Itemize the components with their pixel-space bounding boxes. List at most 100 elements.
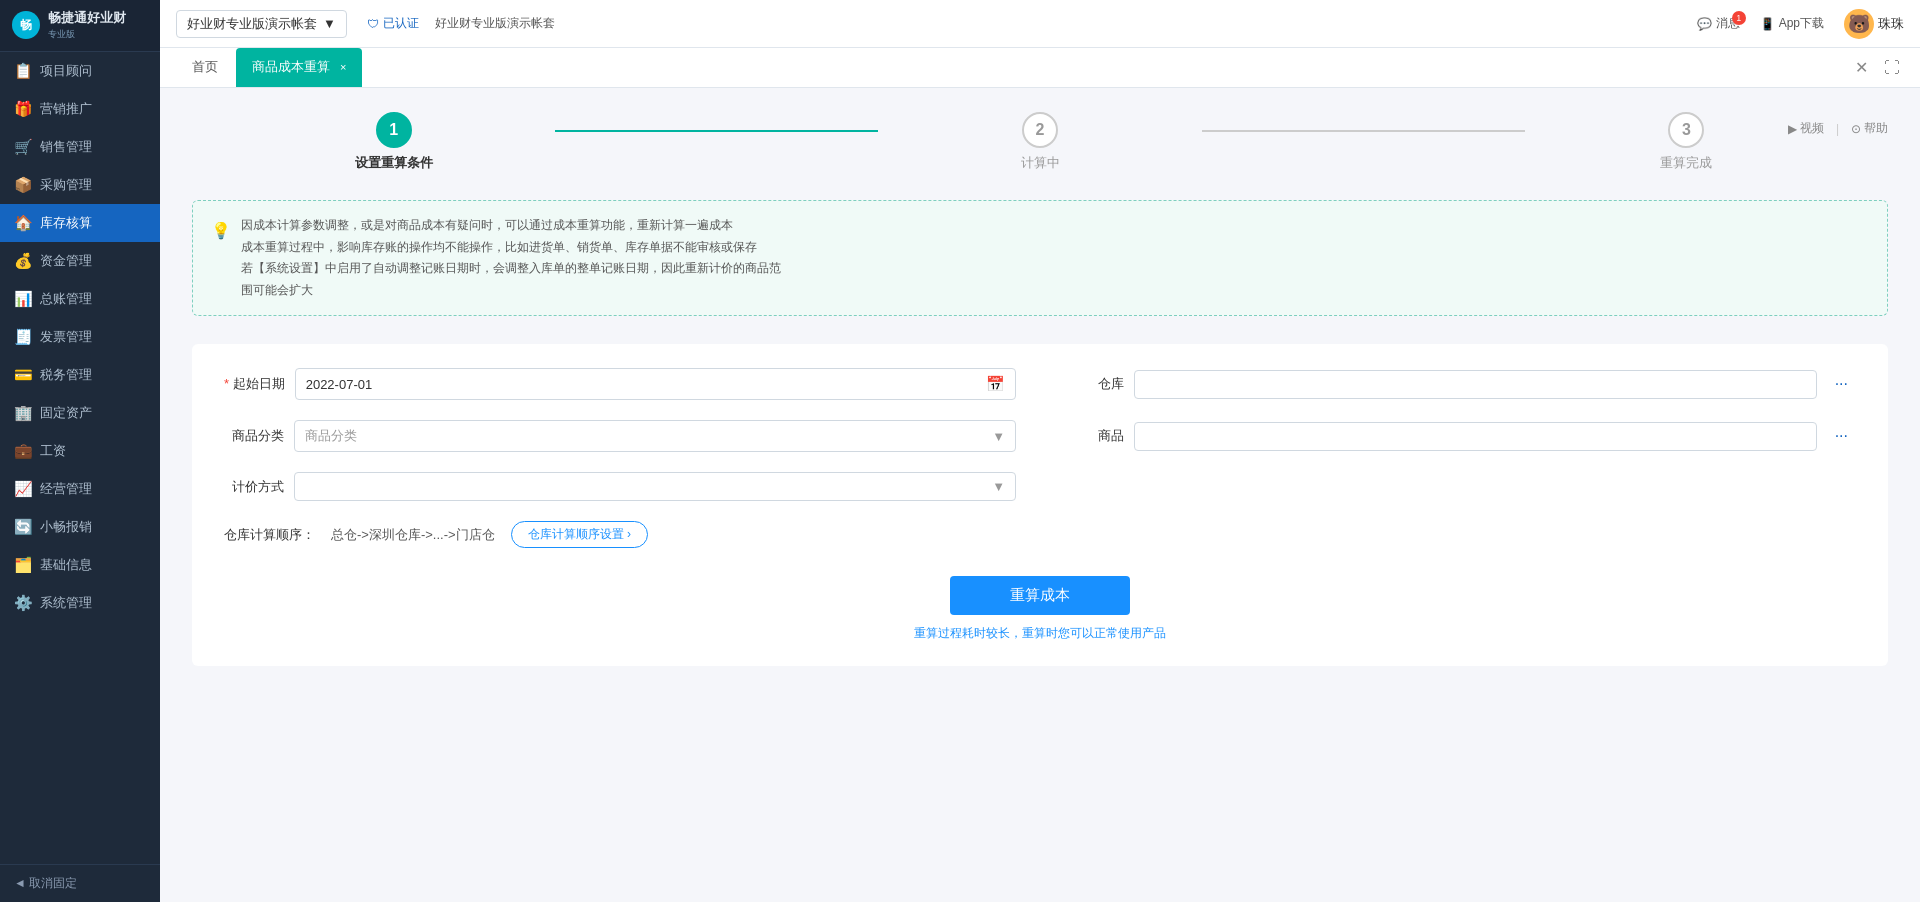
sidebar-label-general: 总账管理 bbox=[40, 290, 92, 308]
close-window-icon[interactable]: ✕ bbox=[1851, 54, 1872, 81]
user-name: 珠珠 bbox=[1878, 15, 1904, 33]
shield-icon: 🛡 bbox=[367, 17, 379, 31]
start-date-value[interactable] bbox=[306, 377, 980, 392]
tab-home-label: 首页 bbox=[192, 58, 218, 76]
info-box: 💡 因成本计算参数调整，或是对商品成本有疑问时，可以通过成本重算功能，重新计算一… bbox=[192, 200, 1888, 316]
step-line-2 bbox=[1202, 130, 1525, 132]
sidebar-icon-inventory: 🏠 bbox=[14, 214, 32, 232]
pricing-field: 计价方式 ▼ bbox=[224, 472, 1016, 501]
app-download-btn[interactable]: 📱 App下载 bbox=[1760, 15, 1824, 32]
phone-icon: 📱 bbox=[1760, 17, 1775, 31]
warehouse-order-btn-label: 仓库计算顺序设置 › bbox=[528, 526, 631, 543]
info-line2: 成本重算过程中，影响库存账的操作均不能操作，比如进货单、销货单、库存单据不能审核… bbox=[241, 237, 781, 259]
sidebar-item-sales[interactable]: 🛒销售管理 bbox=[0, 128, 160, 166]
pricing-chevron-icon: ▼ bbox=[992, 479, 1005, 494]
sidebar-label-assets: 固定资产 bbox=[40, 404, 92, 422]
message-icon: 💬 bbox=[1697, 17, 1712, 31]
sidebar-item-assets[interactable]: 🏢 固定资产 bbox=[0, 394, 160, 432]
sidebar-header: 畅 畅捷通好业财 专业版 bbox=[0, 0, 160, 52]
warehouse-order-value: 总仓->深圳仓库->...->门店仓 bbox=[331, 526, 495, 544]
sidebar-menu: 📋项目顾问🎁营销推广🛒销售管理📦采购管理🏠库存核算💰资金管理 📊 总账管理 🧾发票管理… bbox=[0, 52, 160, 864]
step-3: 3 重算完成 bbox=[1525, 112, 1848, 172]
sidebar-item-finance[interactable]: 💰资金管理 bbox=[0, 242, 160, 280]
sidebar-label-marketing: 营销推广 bbox=[40, 100, 92, 118]
messages-btn[interactable]: 💬 消息 1 bbox=[1697, 15, 1740, 32]
step-line-1 bbox=[555, 130, 878, 132]
goods-input[interactable] bbox=[1134, 422, 1817, 451]
sidebar-icon-salary: 💼 bbox=[14, 442, 32, 460]
stepper: 1 设置重算条件 2 计算中 3 重算完成 ▶ 视频 | ⊙ 帮助 bbox=[192, 112, 1888, 172]
sidebar-brand: 畅捷通好业财 专业版 bbox=[48, 10, 126, 41]
warehouse-ellipsis-btn[interactable]: ··· bbox=[1827, 371, 1856, 397]
info-line3: 若【系统设置】中启用了自动调整记账日期时，会调整入库单的整单记账日期，因此重新计… bbox=[241, 258, 781, 280]
goods-field: 商品 ··· bbox=[1064, 422, 1856, 451]
help-btn[interactable]: ⊙ 帮助 bbox=[1851, 120, 1888, 137]
step-2: 2 计算中 bbox=[878, 112, 1201, 172]
sidebar-unpin[interactable]: ◄ 取消固定 bbox=[0, 864, 160, 902]
user-info[interactable]: 🐻 珠珠 bbox=[1844, 9, 1904, 39]
info-text: 因成本计算参数调整，或是对商品成本有疑问时，可以通过成本重算功能，重新计算一遍成… bbox=[241, 215, 781, 301]
form-section: 起始日期 📅 仓库 ··· 商品分类 bbox=[192, 344, 1888, 666]
sidebar-item-purchase[interactable]: 📦采购管理 bbox=[0, 166, 160, 204]
step-2-label: 计算中 bbox=[1021, 154, 1060, 172]
dropdown-chevron-icon: ▼ bbox=[323, 16, 336, 31]
verified-label: 已认证 bbox=[383, 15, 419, 32]
avatar: 🐻 bbox=[1844, 9, 1874, 39]
sidebar-item-inventory[interactable]: 🏠库存核算 bbox=[0, 204, 160, 242]
calendar-icon[interactable]: 📅 bbox=[986, 375, 1005, 393]
expand-icon[interactable]: ⛶ bbox=[1880, 55, 1904, 81]
step-1-circle: 1 bbox=[376, 112, 412, 148]
sidebar-icon-general: 📊 bbox=[14, 290, 32, 308]
sidebar-icon-sales: 🛒 bbox=[14, 138, 32, 156]
warehouse-field: 仓库 ··· bbox=[1064, 370, 1856, 399]
form-row-2: 商品分类 商品分类 ▼ 商品 ··· bbox=[224, 420, 1856, 452]
sidebar-item-project[interactable]: 📋项目顾问 bbox=[0, 52, 160, 90]
logo-icon: 畅 bbox=[12, 11, 40, 39]
tab-cost-recalc-label: 商品成本重算 bbox=[252, 58, 330, 76]
sidebar-item-general[interactable]: 📊 总账管理 bbox=[0, 280, 160, 318]
sidebar-item-ops[interactable]: 📈 经营管理 bbox=[0, 470, 160, 508]
recalc-btn[interactable]: 重算成本 bbox=[950, 576, 1130, 615]
sidebar-item-expense[interactable]: 🔄小畅报销 bbox=[0, 508, 160, 546]
notif-badge: 1 bbox=[1732, 11, 1746, 25]
start-date-input[interactable]: 📅 bbox=[295, 368, 1016, 400]
goods-ellipsis-btn[interactable]: ··· bbox=[1827, 423, 1856, 449]
sidebar-icon-basic: 🗂️ bbox=[14, 556, 32, 574]
sidebar-label-project: 项目顾问 bbox=[40, 62, 92, 80]
form-row-1: 起始日期 📅 仓库 ··· bbox=[224, 368, 1856, 400]
sidebar-label-ops: 经营管理 bbox=[40, 480, 92, 498]
warehouse-order-settings-btn[interactable]: 仓库计算顺序设置 › bbox=[511, 521, 648, 548]
step-1: 1 设置重算条件 bbox=[232, 112, 555, 172]
tabbar-actions: ✕ ⛶ bbox=[1851, 48, 1904, 87]
sidebar-item-basic[interactable]: 🗂️ 基础信息 bbox=[0, 546, 160, 584]
sidebar-item-tax[interactable]: 💳税务管理 bbox=[0, 356, 160, 394]
sidebar-icon-ops: 📈 bbox=[14, 480, 32, 498]
warehouse-input[interactable] bbox=[1134, 370, 1817, 399]
tab-cost-recalc[interactable]: 商品成本重算 × bbox=[236, 48, 362, 87]
sidebar-item-salary[interactable]: 💼工资 bbox=[0, 432, 160, 470]
unpin-label: ◄ 取消固定 bbox=[14, 875, 77, 892]
sidebar-item-marketing[interactable]: 🎁营销推广 bbox=[0, 90, 160, 128]
step-2-circle: 2 bbox=[1022, 112, 1058, 148]
step-3-label: 重算完成 bbox=[1660, 154, 1712, 172]
sidebar-item-invoice[interactable]: 🧾发票管理 bbox=[0, 318, 160, 356]
sidebar-label-basic: 基础信息 bbox=[40, 556, 92, 574]
category-select[interactable]: 商品分类 ▼ bbox=[294, 420, 1016, 452]
tab-home[interactable]: 首页 bbox=[176, 48, 234, 87]
sidebar-label-system: 系统管理 bbox=[40, 594, 92, 612]
pricing-select[interactable]: ▼ bbox=[294, 472, 1016, 501]
main-area: 好业财专业版演示帐套 ▼ 🛡 已认证 好业财专业版演示帐套 💬 消息 1 📱 A… bbox=[160, 0, 1920, 902]
sidebar-item-system[interactable]: ⚙️系统管理 bbox=[0, 584, 160, 622]
topbar-right: 💬 消息 1 📱 App下载 🐻 珠珠 bbox=[1697, 9, 1904, 39]
sidebar-icon-expense: 🔄 bbox=[14, 518, 32, 536]
sidebar-title: 畅捷通好业财 bbox=[48, 10, 126, 26]
goods-value[interactable] bbox=[1145, 429, 1806, 444]
account-selector[interactable]: 好业财专业版演示帐套 ▼ bbox=[176, 10, 347, 38]
warehouse-label: 仓库 bbox=[1064, 375, 1124, 393]
category-label: 商品分类 bbox=[224, 427, 284, 445]
warehouse-value[interactable] bbox=[1145, 377, 1806, 392]
sidebar-icon-purchase: 📦 bbox=[14, 176, 32, 194]
sidebar-icon-assets: 🏢 bbox=[14, 404, 32, 422]
tab-close-icon[interactable]: × bbox=[340, 61, 346, 73]
category-chevron-icon: ▼ bbox=[992, 429, 1005, 444]
